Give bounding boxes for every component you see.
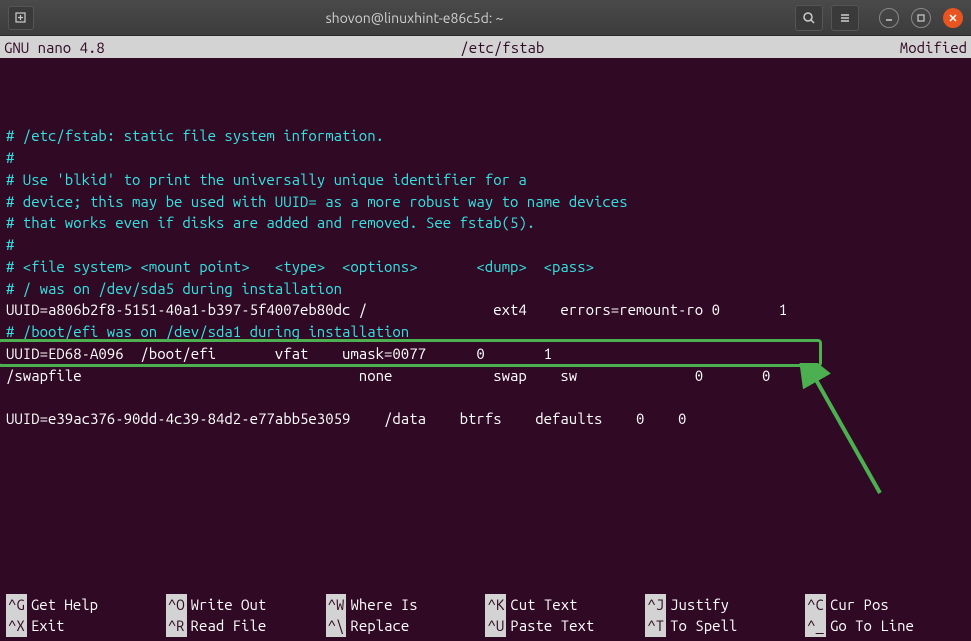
shortcut-key: ^T — [645, 615, 666, 637]
search-button[interactable] — [795, 5, 823, 31]
nano-filename: /etc/fstab — [105, 39, 900, 56]
new-tab-icon — [14, 11, 28, 25]
shortcut-label: Replace — [350, 615, 409, 637]
shortcut-label: Write Out — [191, 594, 267, 616]
maximize-button[interactable] — [911, 8, 931, 28]
shortcut-label: Get Help — [31, 594, 98, 616]
shortcut-key: ^U — [485, 615, 506, 637]
shortcut-item: ^TTo Spell — [645, 615, 805, 637]
nano-shortcuts: ^GGet Help^OWrite Out^WWhere Is^KCut Tex… — [6, 594, 965, 638]
shortcut-key: ^W — [326, 594, 347, 616]
window-controls — [879, 8, 963, 28]
shortcut-item: ^KCut Text — [485, 594, 645, 616]
shortcut-item: ^CCur Pos — [805, 594, 965, 616]
shortcut-item: ^JJustify — [645, 594, 805, 616]
shortcut-key: ^K — [485, 594, 506, 616]
editor-line: # — [6, 234, 965, 256]
hamburger-icon — [838, 11, 852, 25]
shortcut-item: ^RRead File — [166, 615, 326, 637]
editor-line: # / was on /dev/sda5 during installation — [6, 278, 965, 300]
close-icon — [948, 13, 958, 23]
nano-status-bar: GNU nano 4.8 /etc/fstab Modified — [0, 36, 971, 58]
menu-button[interactable] — [831, 5, 859, 31]
editor-line: UUID=e39ac376-90dd-4c39-84d2-e77abb5e305… — [6, 408, 965, 430]
shortcut-key: ^X — [6, 615, 27, 637]
shortcut-item: ^WWhere Is — [326, 594, 486, 616]
editor-line: # /etc/fstab: static file system informa… — [6, 125, 965, 147]
window-titlebar: shovon@linuxhint-e86c5d: ~ — [0, 0, 971, 36]
search-icon — [802, 11, 816, 25]
nano-modified: Modified — [900, 39, 967, 56]
shortcut-item: ^_Go To Line — [805, 615, 965, 637]
editor-line: # <file system> <mount point> <type> <op… — [6, 256, 965, 278]
editor-line: # Use 'blkid' to print the universally u… — [6, 169, 965, 191]
maximize-icon — [916, 13, 926, 23]
shortcut-key: ^G — [6, 594, 27, 616]
editor-line: # device; this may be used with UUID= as… — [6, 191, 965, 213]
minimize-button[interactable] — [879, 8, 899, 28]
editor-line: # /boot/efi was on /dev/sda1 during inst… — [6, 321, 965, 343]
editor-line: UUID=ED68-A096 /boot/efi vfat umask=0077… — [6, 343, 965, 365]
titlebar-left — [8, 6, 34, 30]
shortcut-label: To Spell — [670, 615, 737, 637]
shortcut-key: ^\ — [326, 615, 347, 637]
shortcut-key: ^C — [805, 594, 826, 616]
shortcut-label: Exit — [31, 615, 65, 637]
shortcut-label: Paste Text — [510, 615, 594, 637]
shortcut-key: ^J — [645, 594, 666, 616]
shortcut-label: Go To Line — [830, 615, 914, 637]
editor-line: /swapfile none swap sw 0 0 — [6, 365, 965, 387]
shortcut-item: ^UPaste Text — [485, 615, 645, 637]
editor-line: # that works even if disks are added and… — [6, 212, 965, 234]
window-title: shovon@linuxhint-e86c5d: ~ — [34, 10, 795, 26]
close-button[interactable] — [943, 8, 963, 28]
editor-line — [6, 386, 965, 408]
shortcut-label: Read File — [191, 615, 267, 637]
shortcut-item: ^XExit — [6, 615, 166, 637]
shortcut-key: ^O — [166, 594, 187, 616]
editor-line: # — [6, 147, 965, 169]
shortcut-label: Cur Pos — [830, 594, 889, 616]
shortcut-item: ^\Replace — [326, 615, 486, 637]
shortcut-label: Justify — [670, 594, 729, 616]
editor-line: UUID=a806b2f8-5151-40a1-b397-5f4007eb80d… — [6, 299, 965, 321]
shortcuts-row-2: ^XExit^RRead File^\Replace^UPaste Text^T… — [6, 615, 965, 637]
shortcuts-row-1: ^GGet Help^OWrite Out^WWhere Is^KCut Tex… — [6, 594, 965, 616]
shortcut-label: Cut Text — [510, 594, 577, 616]
new-tab-button[interactable] — [8, 6, 34, 30]
minimize-icon — [884, 13, 894, 23]
editor-content[interactable]: # /etc/fstab: static file system informa… — [0, 58, 971, 432]
shortcut-key: ^_ — [805, 615, 826, 637]
titlebar-right — [795, 5, 963, 31]
shortcut-key: ^R — [166, 615, 187, 637]
shortcut-item: ^GGet Help — [6, 594, 166, 616]
nano-version: GNU nano 4.8 — [4, 39, 105, 56]
shortcut-label: Where Is — [350, 594, 417, 616]
shortcut-item: ^OWrite Out — [166, 594, 326, 616]
